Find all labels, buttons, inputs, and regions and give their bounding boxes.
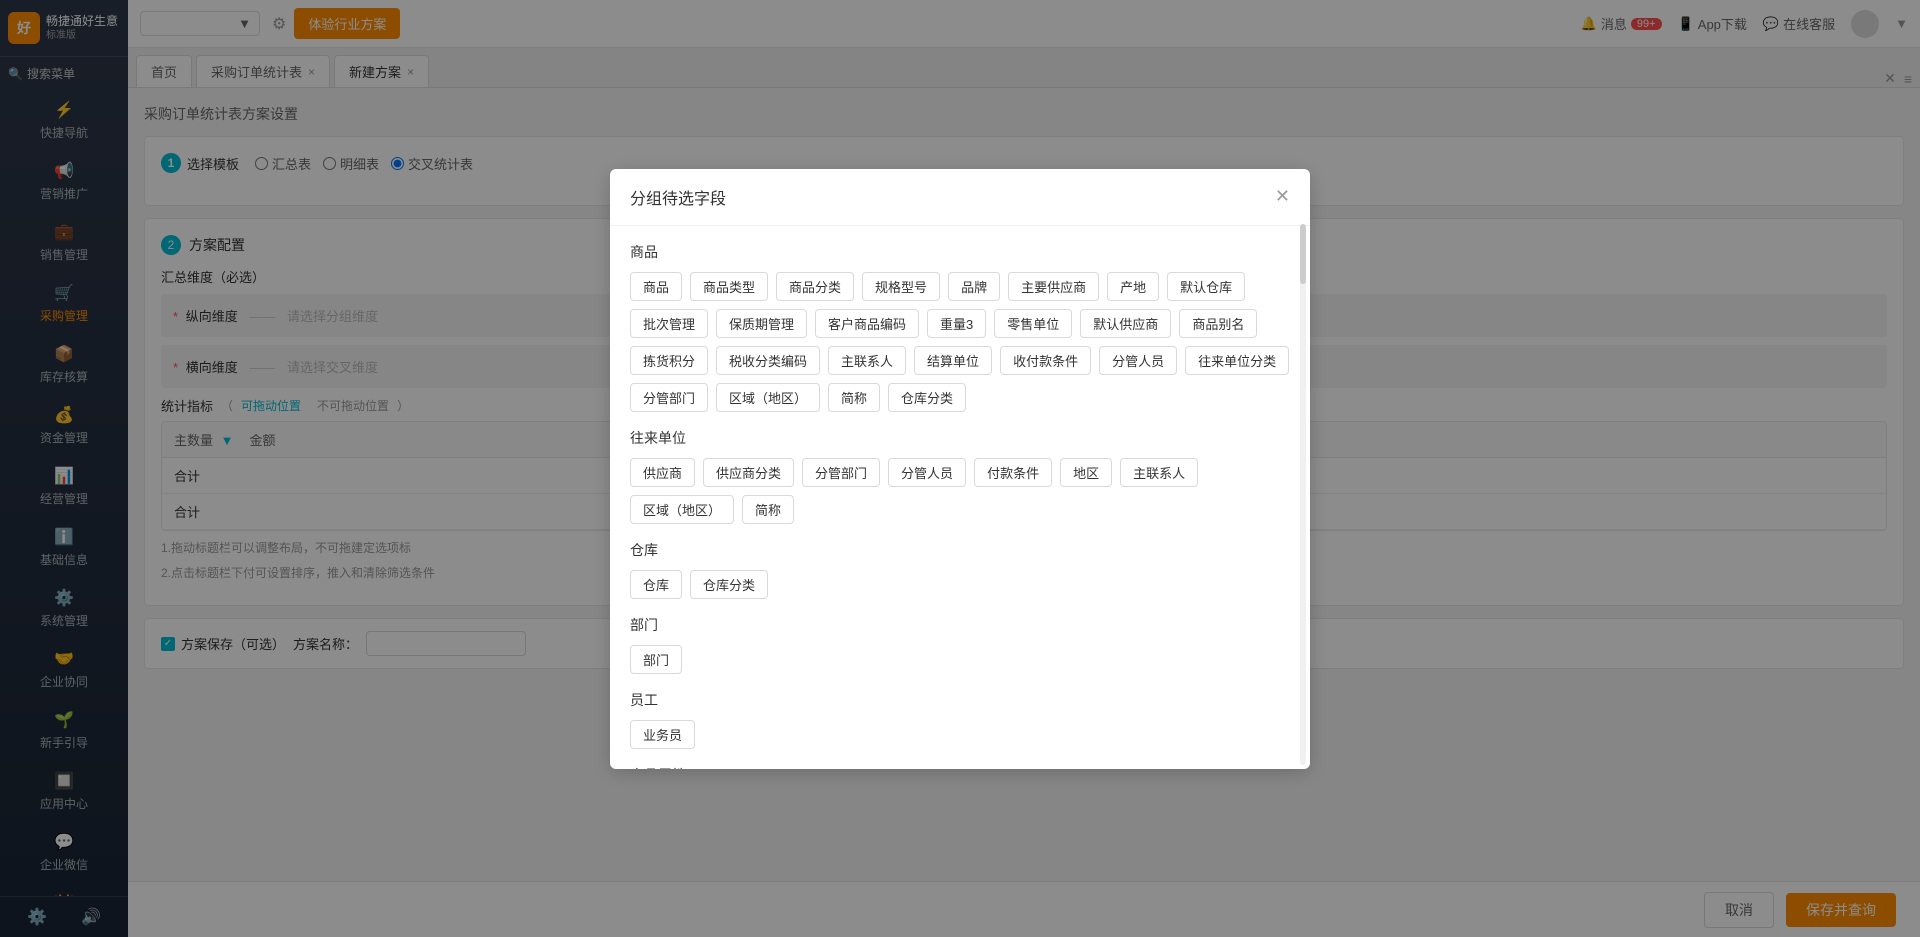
field-tag-供应商[interactable]: 供应商 xyxy=(630,458,695,487)
field-tag-地区[interactable]: 地区 xyxy=(1060,458,1112,487)
field-tag-简称[interactable]: 简称 xyxy=(742,495,794,524)
field-tag-税收分类编码[interactable]: 税收分类编码 xyxy=(716,346,820,375)
field-section-商品属性: 商品属性属性颜色多规格尺码鞋码1 xyxy=(630,765,1290,769)
field-tag-商品分类[interactable]: 商品分类 xyxy=(776,272,854,301)
field-tags-往来单位: 供应商供应商分类分管部门分管人员付款条件地区主联系人区域（地区） 简称 xyxy=(630,458,1290,524)
field-tag-仓库[interactable]: 仓库 xyxy=(630,570,682,599)
field-tag-区域（地区）[interactable]: 区域（地区） xyxy=(716,383,820,412)
field-tag-规格型号[interactable]: 规格型号 xyxy=(862,272,940,301)
field-tag-收付款条件[interactable]: 收付款条件 xyxy=(1000,346,1091,375)
modal-close-button[interactable]: ✕ xyxy=(1275,186,1290,207)
field-section-title-部门: 部门 xyxy=(630,615,1290,635)
field-tag-产地[interactable]: 产地 xyxy=(1107,272,1159,301)
field-tag-主要供应商[interactable]: 主要供应商 xyxy=(1008,272,1099,301)
field-tag-仓库分类[interactable]: 仓库分类 xyxy=(888,383,966,412)
field-section-title-往来单位: 往来单位 xyxy=(630,428,1290,448)
field-tag-结算单位[interactable]: 结算单位 xyxy=(914,346,992,375)
field-tag-部门[interactable]: 部门 xyxy=(630,645,682,674)
field-section-title-商品属性: 商品属性 xyxy=(630,765,1290,769)
field-tag-业务员[interactable]: 业务员 xyxy=(630,720,695,749)
field-tag-品牌[interactable]: 品牌 xyxy=(948,272,1000,301)
field-tag-商品别名[interactable]: 商品别名 xyxy=(1179,309,1257,338)
modal-overlay: 分组待选字段 ✕ 商品商品商品类型商品分类规格型号品牌主要供应商产地默认仓库批次… xyxy=(0,0,1920,937)
field-tag-主联系人[interactable]: 主联系人 xyxy=(1120,458,1198,487)
field-tag-默认供应商[interactable]: 默认供应商 xyxy=(1080,309,1171,338)
field-tag-保质期管理[interactable]: 保质期管理 xyxy=(716,309,807,338)
field-section-商品: 商品商品商品类型商品分类规格型号品牌主要供应商产地默认仓库批次管理保质期管理客户… xyxy=(630,242,1290,412)
field-section-title-员工: 员工 xyxy=(630,690,1290,710)
field-section-部门: 部门部门 xyxy=(630,615,1290,674)
modal-title: 分组待选字段 xyxy=(630,185,726,209)
field-section-往来单位: 往来单位供应商供应商分类分管部门分管人员付款条件地区主联系人区域（地区） 简称 xyxy=(630,428,1290,524)
field-section-title-仓库: 仓库 xyxy=(630,540,1290,560)
field-tags-商品: 商品商品类型商品分类规格型号品牌主要供应商产地默认仓库批次管理保质期管理客户商品… xyxy=(630,272,1290,412)
field-tag-客户商品编码[interactable]: 客户商品编码 xyxy=(815,309,919,338)
modal-scrollbar-thumb xyxy=(1300,224,1306,284)
field-tag-商品[interactable]: 商品 xyxy=(630,272,682,301)
field-tag-拣货积分[interactable]: 拣货积分 xyxy=(630,346,708,375)
modal-scrollbar-track xyxy=(1300,224,1306,765)
field-tag-分管人员[interactable]: 分管人员 xyxy=(888,458,966,487)
field-tag-分管部门[interactable]: 分管部门 xyxy=(802,458,880,487)
modal-body[interactable]: 商品商品商品类型商品分类规格型号品牌主要供应商产地默认仓库批次管理保质期管理客户… xyxy=(610,226,1310,769)
field-section-仓库: 仓库仓库仓库分类 xyxy=(630,540,1290,599)
field-tag-付款条件[interactable]: 付款条件 xyxy=(974,458,1052,487)
field-tag-供应商分类[interactable]: 供应商分类 xyxy=(703,458,794,487)
field-tags-部门: 部门 xyxy=(630,645,1290,674)
field-tag-主联系人[interactable]: 主联系人 xyxy=(828,346,906,375)
modal-header: 分组待选字段 ✕ xyxy=(610,169,1310,226)
field-tags-仓库: 仓库仓库分类 xyxy=(630,570,1290,599)
field-tag-分管人员[interactable]: 分管人员 xyxy=(1099,346,1177,375)
field-tag-区域（地区）[interactable]: 区域（地区） xyxy=(630,495,734,524)
field-tag-批次管理[interactable]: 批次管理 xyxy=(630,309,708,338)
field-section-员工: 员工业务员 xyxy=(630,690,1290,749)
field-tag-仓库分类[interactable]: 仓库分类 xyxy=(690,570,768,599)
field-tag-商品类型[interactable]: 商品类型 xyxy=(690,272,768,301)
field-tag-重量3[interactable]: 重量3 xyxy=(927,309,986,338)
modal-dialog: 分组待选字段 ✕ 商品商品商品类型商品分类规格型号品牌主要供应商产地默认仓库批次… xyxy=(610,169,1310,769)
field-tag-分管部门[interactable]: 分管部门 xyxy=(630,383,708,412)
field-tag-简称[interactable]: 简称 xyxy=(828,383,880,412)
field-tag-默认仓库[interactable]: 默认仓库 xyxy=(1167,272,1245,301)
field-section-title-商品: 商品 xyxy=(630,242,1290,262)
field-tags-员工: 业务员 xyxy=(630,720,1290,749)
field-tag-往来单位分类[interactable]: 往来单位分类 xyxy=(1185,346,1289,375)
field-tag-零售单位[interactable]: 零售单位 xyxy=(994,309,1072,338)
